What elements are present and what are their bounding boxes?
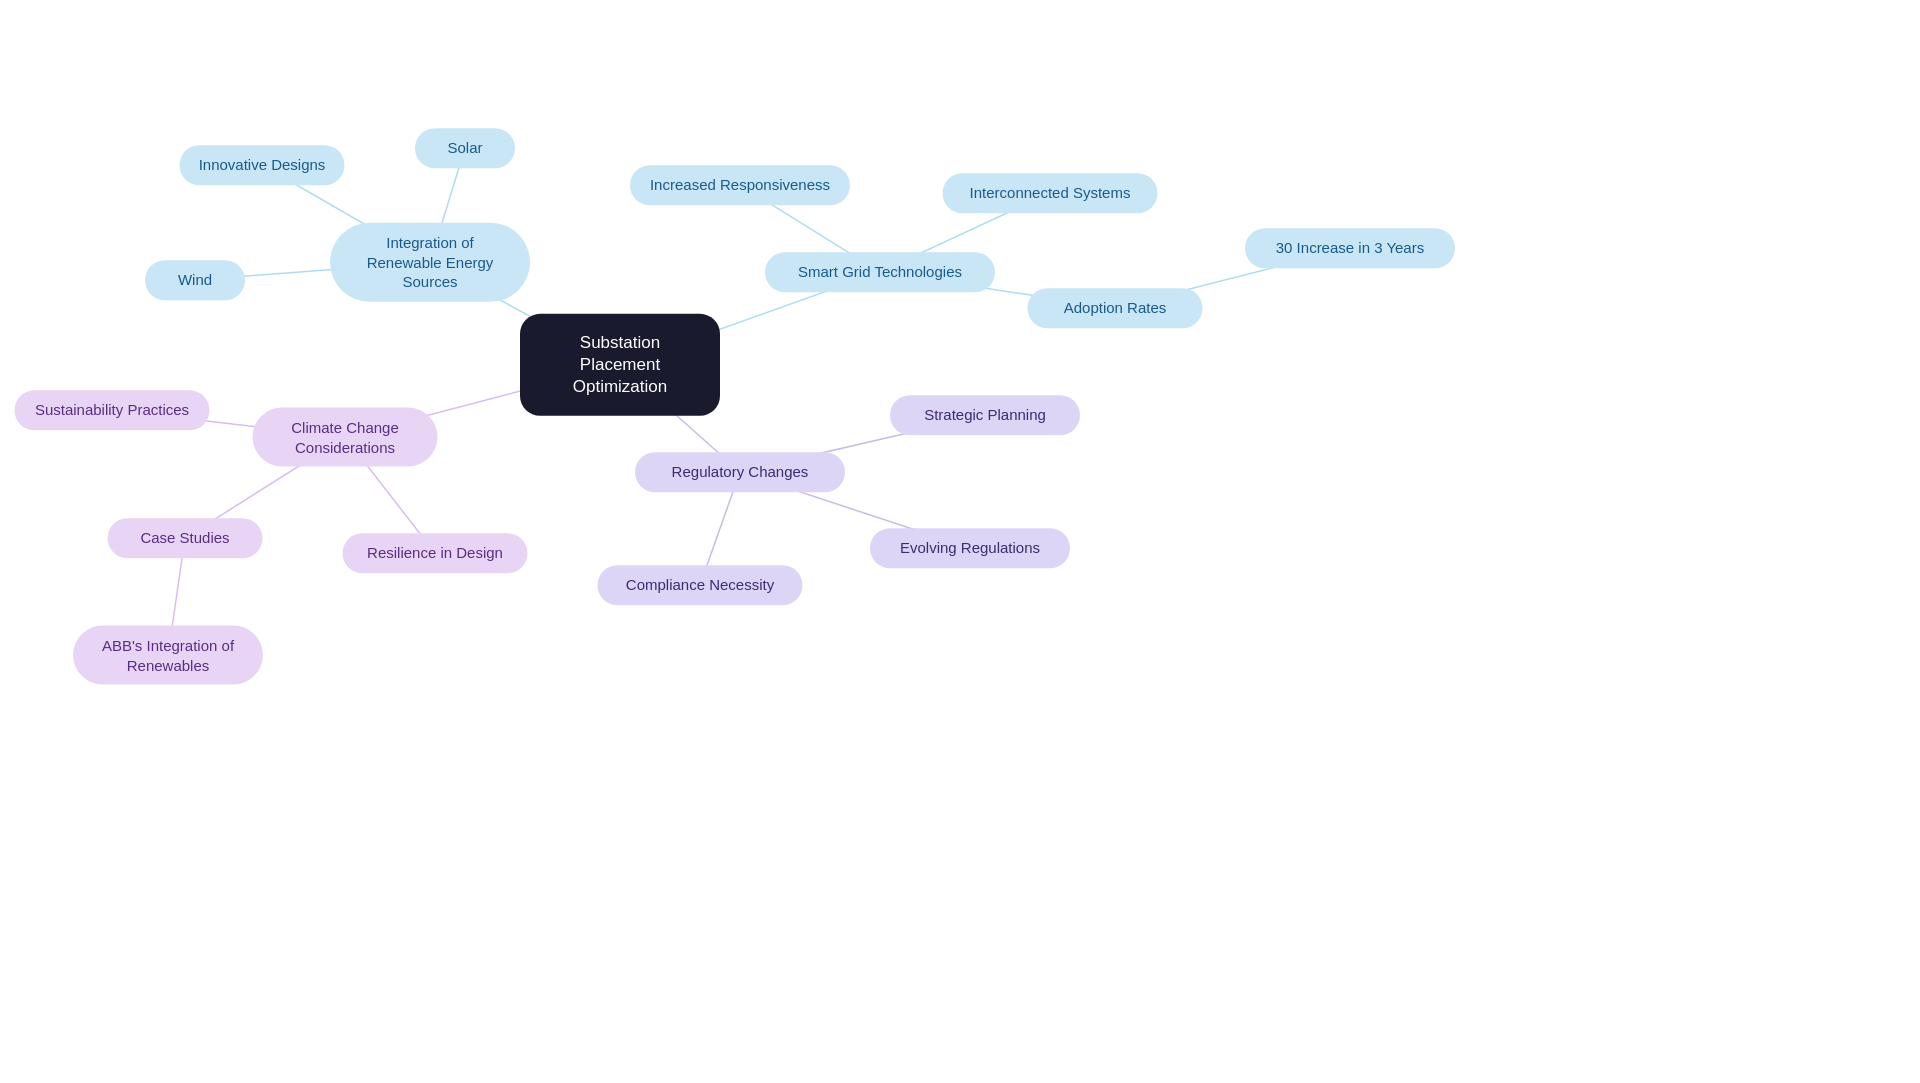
node-wind[interactable]: Wind bbox=[145, 260, 245, 300]
node-case-studies[interactable]: Case Studies bbox=[108, 518, 263, 558]
node-strategic-planning[interactable]: Strategic Planning bbox=[890, 395, 1080, 435]
node-increased-responsiveness[interactable]: Increased Responsiveness bbox=[630, 165, 850, 205]
node-innovative-designs[interactable]: Innovative Designs bbox=[180, 145, 345, 185]
node-center[interactable]: Substation Placement Optimization bbox=[520, 314, 720, 416]
node-compliance-necessity[interactable]: Compliance Necessity bbox=[598, 565, 803, 605]
node-abbs-integration[interactable]: ABB's Integration of Renewables bbox=[73, 626, 263, 685]
node-evolving-regulations[interactable]: Evolving Regulations bbox=[870, 528, 1070, 568]
node-climate-change[interactable]: Climate Change Considerations bbox=[253, 408, 438, 467]
node-integration-renewable[interactable]: Integration of Renewable Energy Sources bbox=[330, 223, 530, 302]
node-resilience-in-design[interactable]: Resilience in Design bbox=[343, 533, 528, 573]
node-adoption-rates[interactable]: Adoption Rates bbox=[1028, 288, 1203, 328]
node-solar[interactable]: Solar bbox=[415, 128, 515, 168]
node-regulatory-changes[interactable]: Regulatory Changes bbox=[635, 452, 845, 492]
mind-map-container: Substation Placement Optimization Integra… bbox=[0, 0, 1920, 1083]
node-interconnected-systems[interactable]: Interconnected Systems bbox=[943, 173, 1158, 213]
node-smart-grid[interactable]: Smart Grid Technologies bbox=[765, 252, 995, 292]
node-30-increase[interactable]: 30 Increase in 3 Years bbox=[1245, 228, 1455, 268]
node-sustainability-practices[interactable]: Sustainability Practices bbox=[15, 390, 210, 430]
